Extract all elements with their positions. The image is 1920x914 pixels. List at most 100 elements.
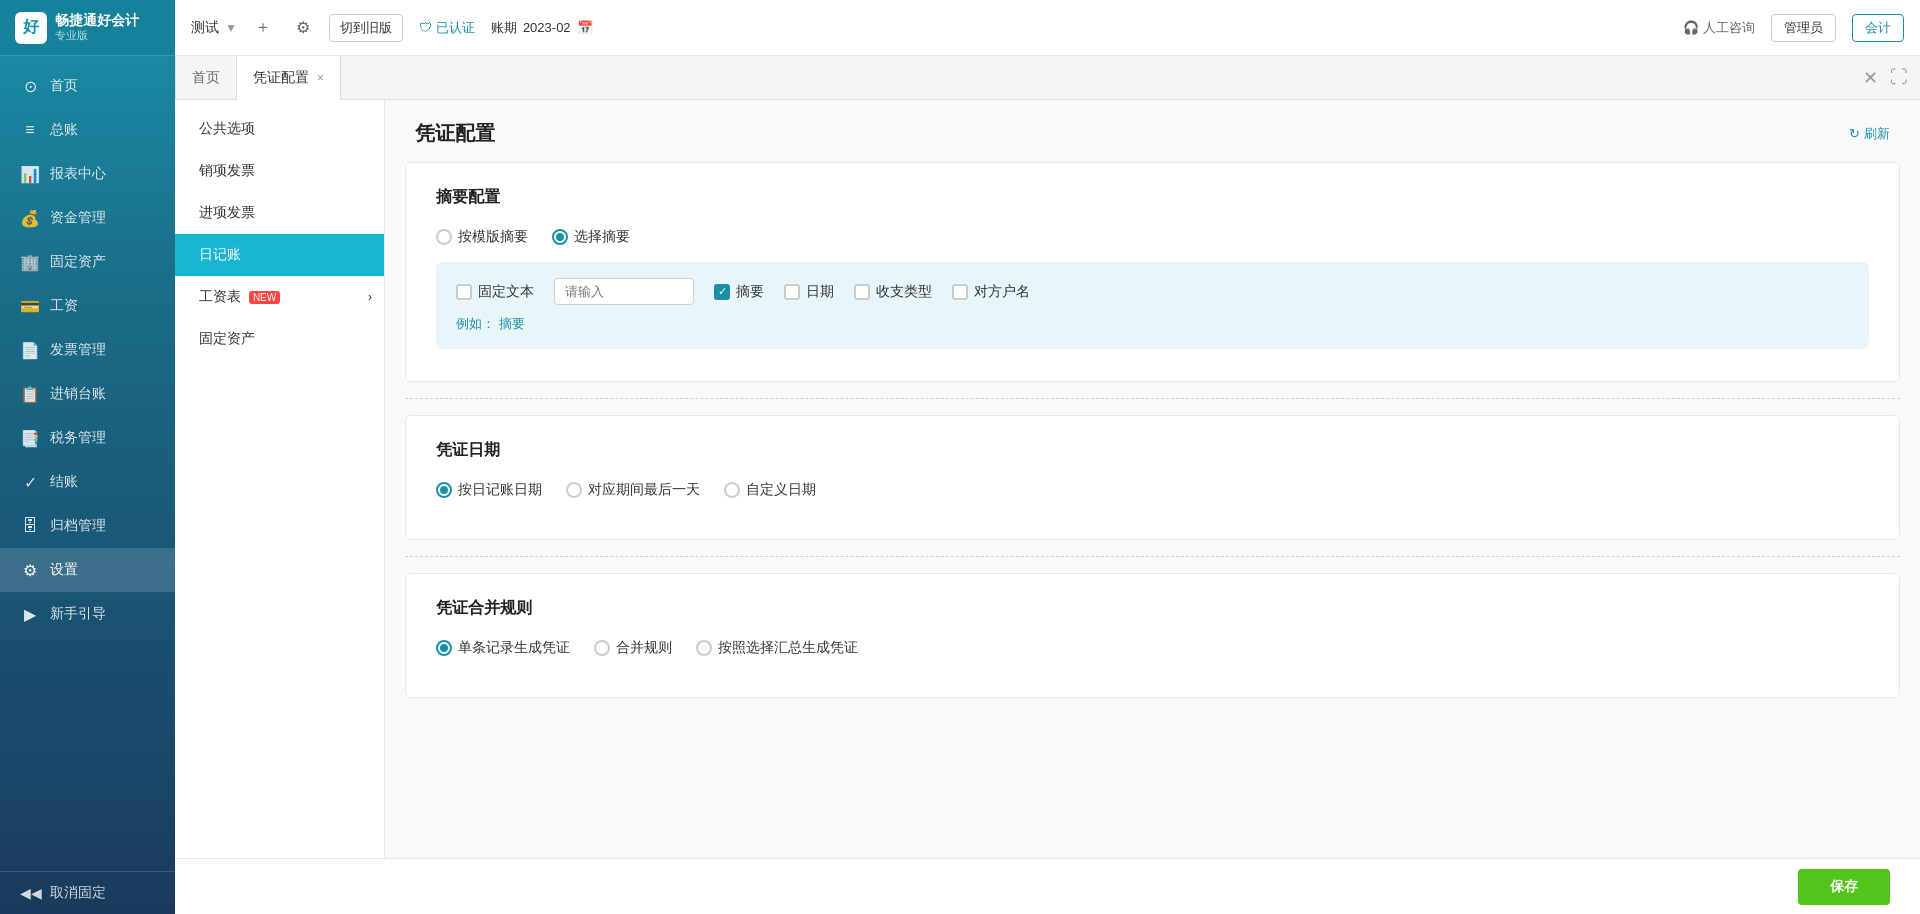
sidebar-icon-guide: ▶ bbox=[20, 604, 40, 624]
summary-options-box: 固定文本 摘要 日期 收支类型 bbox=[436, 262, 1869, 349]
refresh-icon: ↻ bbox=[1849, 126, 1860, 141]
radio-merge-rules-label: 合并规则 bbox=[616, 639, 672, 657]
radio-single[interactable]: 单条记录生成凭证 bbox=[436, 639, 570, 657]
sidebar-item-purchase-sale[interactable]: 📋进销台账 bbox=[0, 372, 175, 416]
sidebar-icon-ledger: ≡ bbox=[20, 120, 40, 140]
sidebar-item-ledger[interactable]: ≡总账 bbox=[0, 108, 175, 152]
radio-select-summary[interactable]: 选择摘要 bbox=[552, 228, 630, 246]
merge-radio-group: 单条记录生成凭证 合并规则 按照选择汇总生成凭证 bbox=[436, 639, 1869, 657]
certified-badge: 🛡 已认证 bbox=[419, 19, 475, 37]
radio-merge-rules-circle bbox=[594, 640, 610, 656]
checkbox-summary-sq bbox=[714, 284, 730, 300]
radio-template-circle bbox=[436, 229, 452, 245]
add-btn[interactable]: ＋ bbox=[249, 14, 277, 42]
date-title: 凭证日期 bbox=[436, 440, 1869, 461]
config-nav-item-payroll-table[interactable]: 工资表 NEW› bbox=[175, 276, 384, 318]
config-nav-item-public[interactable]: 公共选项 bbox=[175, 108, 384, 150]
sidebar-icon-archive: 🗄 bbox=[20, 516, 40, 536]
config-nav-item-journal[interactable]: 日记账 bbox=[175, 234, 384, 276]
consult-btn[interactable]: 🎧 人工咨询 bbox=[1683, 19, 1755, 37]
sidebar-item-guide[interactable]: ▶新手引导 bbox=[0, 592, 175, 636]
fixed-text-input[interactable] bbox=[554, 278, 694, 305]
config-nav-item-sales-invoice[interactable]: 销项发票 bbox=[175, 150, 384, 192]
accountant-btn[interactable]: 会计 bbox=[1852, 14, 1904, 42]
radio-last-day[interactable]: 对应期间最后一天 bbox=[566, 481, 700, 499]
summary-section: 摘要配置 按模版摘要 选择摘要 固定文本 bbox=[405, 162, 1900, 382]
example-value: 摘要 bbox=[499, 316, 525, 331]
consult-label: 人工咨询 bbox=[1703, 19, 1755, 37]
sidebar-item-archive[interactable]: 🗄归档管理 bbox=[0, 504, 175, 548]
save-btn[interactable]: 保存 bbox=[1798, 869, 1890, 905]
checkbox-counterpart-sq bbox=[952, 284, 968, 300]
sidebar-item-report[interactable]: 📊报表中心 bbox=[0, 152, 175, 196]
config-footer: 保存 bbox=[175, 858, 1920, 914]
summary-radio-group: 按模版摘要 选择摘要 bbox=[436, 228, 1869, 246]
topbar-right: 🎧 人工咨询 管理员 会计 bbox=[1683, 14, 1904, 42]
sidebar-item-home[interactable]: ⊙首页 bbox=[0, 64, 175, 108]
config-nav: 公共选项销项发票进项发票日记账工资表 NEW›固定资产 bbox=[175, 100, 385, 914]
checkbox-date-label: 日期 bbox=[806, 283, 834, 301]
fullscreen-btn[interactable]: ⛶ bbox=[1890, 67, 1908, 88]
radio-select-merge[interactable]: 按照选择汇总生成凭证 bbox=[696, 639, 858, 657]
sidebar-item-invoice[interactable]: 📄发票管理 bbox=[0, 328, 175, 372]
tab-voucher-config[interactable]: 凭证配置 × bbox=[237, 56, 341, 100]
radio-custom-date[interactable]: 自定义日期 bbox=[724, 481, 816, 499]
checkbox-fixed-text-sq bbox=[456, 284, 472, 300]
radio-custom-date-circle bbox=[724, 482, 740, 498]
sidebar-icon-tax: 📑 bbox=[20, 428, 40, 448]
date-section: 凭证日期 按日记账日期 对应期间最后一天 自定义日期 bbox=[405, 415, 1900, 540]
config-nav-item-purchase-invoice[interactable]: 进项发票 bbox=[175, 192, 384, 234]
logo-sub: 专业版 bbox=[55, 28, 139, 43]
sidebar-item-salary[interactable]: 💳工资 bbox=[0, 284, 175, 328]
radio-last-day-circle bbox=[566, 482, 582, 498]
config-title: 凭证配置 bbox=[415, 120, 495, 147]
sidebar-icon-fixed-assets: 🏢 bbox=[20, 252, 40, 272]
logo-icon: 好 bbox=[15, 12, 47, 44]
sidebar-icon-report: 📊 bbox=[20, 164, 40, 184]
sidebar-nav: ⊙首页≡总账📊报表中心💰资金管理🏢固定资产💳工资📄发票管理📋进销台账📑税务管理✓… bbox=[0, 56, 175, 871]
radio-select-merge-circle bbox=[696, 640, 712, 656]
radio-template-summary[interactable]: 按模版摘要 bbox=[436, 228, 528, 246]
divider-1 bbox=[405, 398, 1900, 399]
project-selector[interactable]: 测试 ▼ bbox=[191, 19, 237, 37]
close-window-btn[interactable]: ✕ bbox=[1863, 67, 1878, 89]
checkbox-counterpart-label: 对方户名 bbox=[974, 283, 1030, 301]
checkbox-date[interactable]: 日期 bbox=[784, 283, 834, 301]
radio-select-label: 选择摘要 bbox=[574, 228, 630, 246]
config-nav-item-fixed-assets[interactable]: 固定资产 bbox=[175, 318, 384, 360]
cancel-fixed-btn[interactable]: ◀◀ 取消固定 bbox=[0, 871, 175, 914]
radio-journal-date-circle bbox=[436, 482, 452, 498]
radio-single-label: 单条记录生成凭证 bbox=[458, 639, 570, 657]
calendar-icon[interactable]: 📅 bbox=[577, 20, 593, 35]
checkbox-fixed-text[interactable]: 固定文本 bbox=[456, 283, 534, 301]
checkbox-income-type[interactable]: 收支类型 bbox=[854, 283, 932, 301]
radio-select-circle bbox=[552, 229, 568, 245]
project-name: 测试 bbox=[191, 19, 219, 37]
refresh-btn[interactable]: ↻ 刷新 bbox=[1849, 125, 1890, 143]
settings-btn[interactable]: ⚙ bbox=[289, 14, 317, 42]
cancel-fixed-label: 取消固定 bbox=[50, 884, 106, 902]
tab-close-btn[interactable]: × bbox=[317, 71, 324, 85]
sidebar-item-fixed-assets[interactable]: 🏢固定资产 bbox=[0, 240, 175, 284]
radio-merge-rules[interactable]: 合并规则 bbox=[594, 639, 672, 657]
checkbox-summary-label: 摘要 bbox=[736, 283, 764, 301]
sidebar-item-settlement[interactable]: ✓结账 bbox=[0, 460, 175, 504]
sidebar-item-tax[interactable]: 📑税务管理 bbox=[0, 416, 175, 460]
example-text: 例如： 摘要 bbox=[456, 315, 1849, 333]
cancel-fixed-icon: ◀◀ bbox=[20, 885, 42, 901]
radio-journal-date-label: 按日记账日期 bbox=[458, 481, 542, 499]
config-content: 凭证配置 ↻ 刷新 摘要配置 按模版摘要 选择摘要 bbox=[385, 100, 1920, 914]
radio-journal-date[interactable]: 按日记账日期 bbox=[436, 481, 542, 499]
checkbox-counterpart[interactable]: 对方户名 bbox=[952, 283, 1030, 301]
switch-old-btn[interactable]: 切到旧版 bbox=[329, 14, 403, 42]
period-value: 2023-02 bbox=[523, 20, 571, 35]
manager-btn[interactable]: 管理员 bbox=[1771, 14, 1836, 42]
certified-label: 已认证 bbox=[436, 19, 475, 37]
sidebar-item-capital[interactable]: 💰资金管理 bbox=[0, 196, 175, 240]
tab-home[interactable]: 首页 bbox=[175, 56, 237, 100]
radio-template-label: 按模版摘要 bbox=[458, 228, 528, 246]
radio-single-circle bbox=[436, 640, 452, 656]
date-radio-group: 按日记账日期 对应期间最后一天 自定义日期 bbox=[436, 481, 1869, 499]
sidebar-item-settings[interactable]: ⚙设置 bbox=[0, 548, 175, 592]
checkbox-summary[interactable]: 摘要 bbox=[714, 283, 764, 301]
